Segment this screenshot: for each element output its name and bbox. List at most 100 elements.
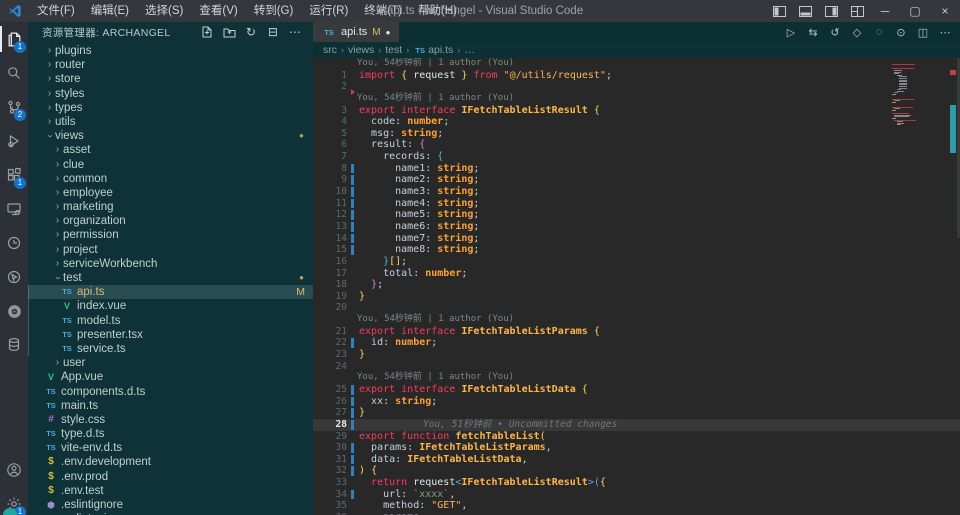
tree-folder-styles[interactable]: › styles: [28, 87, 313, 101]
toggle-sidebar-icon[interactable]: [766, 0, 792, 22]
stage-change-icon[interactable]: ◇: [848, 26, 866, 39]
extension-clock-icon[interactable]: [0, 226, 28, 260]
new-folder-icon[interactable]: [221, 24, 237, 40]
tree-file-modelts[interactable]: TS model.ts: [28, 314, 313, 328]
tree-file-typedts[interactable]: TS type.d.ts: [28, 427, 313, 441]
tree-folder-employee[interactable]: › employee: [28, 186, 313, 200]
code-line-5[interactable]: 5 msg: string;: [313, 128, 960, 140]
tree-folder-utils[interactable]: › utils: [28, 115, 313, 129]
explorer-icon[interactable]: 1: [0, 22, 28, 56]
more-actions-icon[interactable]: ⋯: [936, 26, 954, 39]
menu-V[interactable]: 查看(V): [191, 0, 245, 22]
code-line-6[interactable]: 6 result: {: [313, 139, 960, 151]
code-line-34[interactable]: 34 url: `xxxx`,: [313, 489, 960, 501]
code-line-17[interactable]: 17 total: number;: [313, 268, 960, 280]
tree-file-eslintignore[interactable]: ⬢ .eslintignore: [28, 498, 313, 512]
database-icon[interactable]: [0, 328, 28, 362]
code-line-26[interactable]: 26 xx: string;: [313, 396, 960, 408]
maximize-button[interactable]: ▢: [900, 0, 930, 22]
customize-layout-icon[interactable]: [844, 0, 870, 22]
split-editor-icon[interactable]: ◫: [914, 26, 932, 39]
tree-file-apits[interactable]: TS api.ts M: [28, 285, 313, 300]
tree-file-envtest[interactable]: $ .env.test: [28, 484, 313, 498]
code-line-15[interactable]: 15 name8: string;: [313, 244, 960, 256]
code-line-25[interactable]: 25 export interface IFetchTableListData {: [313, 384, 960, 396]
tree-file-presentertsx[interactable]: TS presenter.tsx: [28, 328, 313, 342]
toggle-secondary-sidebar-icon[interactable]: [818, 0, 844, 22]
code-line-9[interactable]: 9 name2: string;: [313, 174, 960, 186]
code-line-21[interactable]: 21 export interface IFetchTableListParams…: [313, 326, 960, 338]
tree-folder-views[interactable]: › views ●: [28, 129, 313, 143]
source-control-icon[interactable]: 2: [0, 90, 28, 124]
tree-folder-store[interactable]: › store: [28, 72, 313, 86]
codelens-annotation[interactable]: You, 54秒钟前 | 1 author (You): [313, 314, 960, 326]
tree-folder-marketing[interactable]: › marketing: [28, 200, 313, 214]
previous-change-icon[interactable]: ↺: [826, 26, 844, 39]
code-line-28[interactable]: 28 You, 51秒钟前 • Uncommitted changes: [313, 418, 960, 431]
extension-pointer-icon[interactable]: [0, 260, 28, 294]
tree-folder-permission[interactable]: › permission: [28, 228, 313, 242]
tree-file-maints[interactable]: TS main.ts: [28, 399, 313, 413]
tree-folder-user[interactable]: › user: [28, 356, 313, 370]
code-line-32[interactable]: 32) {: [313, 465, 960, 477]
account-icon[interactable]: [0, 453, 28, 487]
tree-folder-types[interactable]: › types: [28, 101, 313, 115]
tree-folder-clue[interactable]: › clue: [28, 158, 313, 172]
code-line-20[interactable]: 20: [313, 302, 960, 314]
codelens-annotation[interactable]: You, 54秒钟前 | 1 author (You): [313, 372, 960, 384]
code-line-24[interactable]: 24: [313, 361, 960, 373]
breadcrumb-item-views[interactable]: views: [348, 44, 374, 56]
breadcrumb-item-[interactable]: …: [464, 44, 475, 56]
breadcrumb-item-src[interactable]: src: [323, 44, 337, 56]
menu-G[interactable]: 转到(G): [246, 0, 302, 22]
tree-folder-test[interactable]: › test ●: [28, 271, 313, 285]
file-history-icon[interactable]: ⊙: [892, 26, 910, 39]
menu-R[interactable]: 运行(R): [301, 0, 356, 22]
tree-folder-project[interactable]: › project: [28, 243, 313, 257]
tree-file-componentsdts[interactable]: TS components.d.ts: [28, 385, 313, 399]
collapse-folders-icon[interactable]: ⊟: [265, 24, 281, 40]
code-line-11[interactable]: 11 name4: string;: [313, 198, 960, 210]
minimize-button[interactable]: ─: [870, 0, 900, 22]
code-line-1[interactable]: 1 import { request } from "@/utils/reques…: [313, 70, 960, 82]
code-line-2[interactable]: 2: [313, 81, 960, 95]
minimap[interactable]: [892, 62, 938, 182]
code-line-27[interactable]: 27}: [313, 407, 960, 419]
tree-file-Appvue[interactable]: V App.vue: [28, 370, 313, 384]
tree-file-envdevelopment[interactable]: $ .env.development: [28, 455, 313, 469]
code-line-19[interactable]: 19}: [313, 291, 960, 303]
code-line-12[interactable]: 12 name5: string;: [313, 209, 960, 221]
extension-eye-icon[interactable]: [0, 294, 28, 328]
code-line-16[interactable]: 16 }[];: [313, 256, 960, 268]
menu-E[interactable]: 编辑(E): [83, 0, 137, 22]
tree-file-stylecss[interactable]: # style.css: [28, 413, 313, 427]
menu-H[interactable]: 帮助(H): [410, 0, 465, 22]
menu-T[interactable]: 终端(T): [356, 0, 410, 22]
tree-folder-plugins[interactable]: › plugins: [28, 44, 313, 58]
tree-file-envprod[interactable]: $ .env.prod: [28, 470, 313, 484]
tree-folder-serviceWorkbench[interactable]: › serviceWorkbench: [28, 257, 313, 271]
code-line-35[interactable]: 35 method: "GET",: [313, 500, 960, 512]
tree-file-viteenvdts[interactable]: TS vite-env.d.ts: [28, 441, 313, 455]
tree-folder-asset[interactable]: › asset: [28, 143, 313, 157]
close-button[interactable]: ×: [930, 0, 960, 22]
tree-folder-organization[interactable]: › organization: [28, 214, 313, 228]
tree-file-servicets[interactable]: TS service.ts: [28, 342, 313, 356]
code-line-30[interactable]: 30 params: IFetchTableListParams,: [313, 442, 960, 454]
search-icon[interactable]: [0, 56, 28, 90]
next-change-icon[interactable]: ◌: [870, 26, 888, 38]
new-file-icon[interactable]: [199, 24, 215, 40]
code-line-23[interactable]: 23}: [313, 349, 960, 361]
tree-file-indexvue[interactable]: Vindex.vue: [28, 299, 313, 313]
run-debug-icon[interactable]: [0, 124, 28, 158]
menu-F[interactable]: 文件(F): [29, 0, 83, 22]
code-line-7[interactable]: 7 records: {: [313, 151, 960, 163]
extensions-icon[interactable]: 1: [0, 158, 28, 192]
code-line-3[interactable]: 3 export interface IFetchTableListResult …: [313, 105, 960, 117]
remote-explorer-icon[interactable]: [0, 192, 28, 226]
code-area[interactable]: You, 54秒钟前 | 1 author (You) 1 import { req…: [313, 58, 960, 515]
toggle-panel-icon[interactable]: [792, 0, 818, 22]
run-code-icon[interactable]: ▷: [782, 26, 800, 39]
open-changes-icon[interactable]: ⇆: [804, 26, 822, 39]
code-line-10[interactable]: 10 name3: string;: [313, 186, 960, 198]
